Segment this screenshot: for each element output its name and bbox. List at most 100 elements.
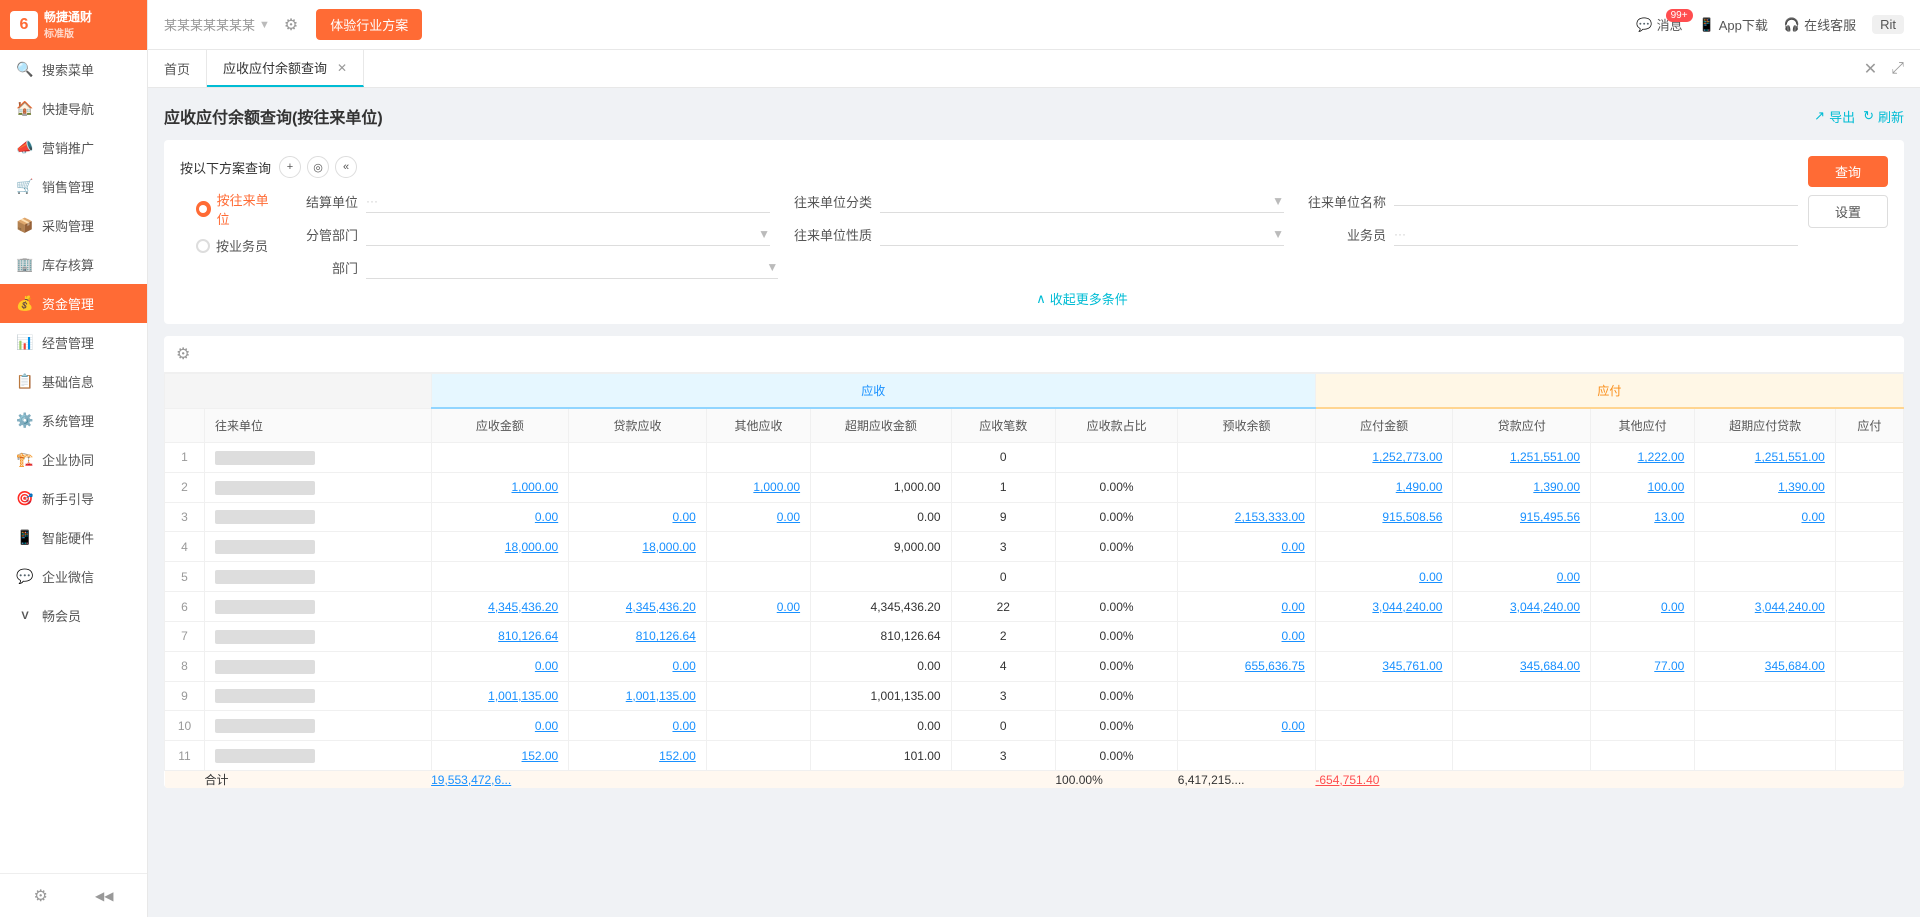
sidebar-item-quicknav[interactable]: 🏠 快捷导航 (0, 89, 147, 128)
cell-link-value[interactable]: 1,000.00 (753, 480, 800, 494)
table-cell[interactable]: 1,001,135.00 (569, 681, 707, 711)
collapse-button[interactable]: ∧ 收起更多条件 (366, 289, 1798, 308)
cell-link-value[interactable]: 1,390.00 (1778, 480, 1825, 494)
cell-link-value[interactable]: 345,684.00 (1520, 659, 1580, 673)
sidebar-item-search[interactable]: 🔍 搜索菜单 (0, 50, 147, 89)
sidebar-item-marketing[interactable]: 📣 营销推广 (0, 128, 147, 167)
tab-close-window-icon[interactable]: ✕ (1860, 59, 1881, 79)
table-cell[interactable]: 13.00 (1591, 502, 1695, 532)
partner-nature-input[interactable]: ▼ (880, 223, 1284, 246)
promo-button[interactable]: 体验行业方案 (316, 9, 422, 40)
table-cell[interactable]: 1,390.00 (1453, 472, 1591, 502)
table-scroll[interactable]: 应收 应付 往来单位 应收金额 贷款应收 其他应收 超期应收金额 应收笔数 (164, 373, 1904, 788)
sidebar-item-guide[interactable]: 🎯 新手引导 (0, 479, 147, 518)
table-cell[interactable]: 3,044,240.00 (1695, 592, 1836, 622)
table-cell[interactable]: 1,251,551.00 (1695, 443, 1836, 473)
cell-link-value[interactable]: 3,044,240.00 (1510, 600, 1580, 614)
cell-link-value[interactable]: 0.00 (672, 719, 695, 733)
table-cell[interactable]: 655,636.75 (1178, 651, 1316, 681)
cell-link-value[interactable]: 18,000.00 (642, 540, 695, 554)
cell-link-value[interactable]: 0.00 (777, 510, 800, 524)
message-button[interactable]: 💬 消息 99+ (1636, 15, 1682, 34)
table-cell[interactable]: 152.00 (431, 741, 569, 771)
table-cell[interactable]: 1,222.00 (1591, 443, 1695, 473)
filter-collapse-icon[interactable]: « (335, 156, 357, 178)
export-button[interactable]: ↗ 导出 (1814, 107, 1855, 126)
cell-link-value[interactable]: 915,508.56 (1382, 510, 1442, 524)
sidebar-item-operation[interactable]: 📊 经营管理 (0, 323, 147, 362)
table-cell[interactable]: 0.00 (1315, 562, 1453, 592)
cell-link-value[interactable]: 345,761.00 (1382, 659, 1442, 673)
cell-link-value[interactable]: 152.00 (522, 749, 559, 763)
table-cell[interactable]: 0.00 (431, 651, 569, 681)
cell-link-value[interactable]: 345,684.00 (1765, 659, 1825, 673)
table-cell[interactable]: 2,153,333.00 (1178, 502, 1316, 532)
cell-link-value[interactable]: 0.00 (1282, 540, 1305, 554)
cell-link-value[interactable]: 18,000.00 (505, 540, 558, 554)
salesman-input[interactable]: ··· (1394, 223, 1798, 246)
table-cell[interactable]: 4,345,436.20 (431, 592, 569, 622)
cell-link-value[interactable]: 1,001,135.00 (488, 689, 558, 703)
cell-link-value[interactable]: 4,345,436.20 (488, 600, 558, 614)
table-cell[interactable]: 1,252,773.00 (1315, 443, 1453, 473)
cell-link-value[interactable]: 1,390.00 (1533, 480, 1580, 494)
sidebar-item-finance[interactable]: 💰 资金管理 (0, 284, 147, 323)
topbar-gear-icon[interactable]: ⚙ (284, 15, 298, 35)
table-cell[interactable]: 77.00 (1591, 651, 1695, 681)
table-cell[interactable]: 4,345,436.20 (569, 592, 707, 622)
cell-link-value[interactable]: 0.00 (535, 659, 558, 673)
dept-input[interactable]: ▼ (366, 223, 770, 246)
table-cell[interactable]: 810,126.64 (569, 621, 707, 651)
cell-link-value[interactable]: 3,044,240.00 (1372, 600, 1442, 614)
table-cell[interactable]: 3,044,240.00 (1453, 592, 1591, 622)
footer-ar-total-val[interactable]: 19,553,472,6... (431, 773, 511, 787)
cell-link-value[interactable]: 1,251,551.00 (1510, 450, 1580, 464)
cell-link-value[interactable]: 655,636.75 (1245, 659, 1305, 673)
cell-link-value[interactable]: 0.00 (535, 719, 558, 733)
cell-link-value[interactable]: 100.00 (1648, 480, 1685, 494)
cell-link-value[interactable]: 77.00 (1654, 659, 1684, 673)
sidebar-item-member[interactable]: V 畅会员 (0, 596, 147, 635)
sidebar-item-inventory[interactable]: 🏢 库存核算 (0, 245, 147, 284)
table-cell[interactable]: 0.00 (431, 502, 569, 532)
filter-target-icon[interactable]: ◎ (307, 156, 329, 178)
cell-link-value[interactable]: 1,000.00 (512, 480, 559, 494)
cell-link-value[interactable]: 0.00 (1282, 600, 1305, 614)
cell-link-value[interactable]: 0.00 (535, 510, 558, 524)
cell-link-value[interactable]: 0.00 (1661, 600, 1684, 614)
sidebar-settings-btn[interactable]: ⚙ (34, 886, 48, 906)
table-cell[interactable]: 0.00 (1178, 711, 1316, 741)
scheme-by-salesman[interactable]: 按业务员 (196, 236, 276, 255)
cell-link-value[interactable]: 13.00 (1654, 510, 1684, 524)
table-cell[interactable]: 0.00 (1695, 502, 1836, 532)
tab-close-icon[interactable]: ✕ (337, 61, 347, 75)
table-settings-icon[interactable]: ⚙ (176, 344, 190, 364)
footer-ap-total-val[interactable]: -654,751.40 (1315, 773, 1379, 787)
sidebar-item-hardware[interactable]: 📱 智能硬件 (0, 518, 147, 557)
table-cell[interactable]: 3,044,240.00 (1315, 592, 1453, 622)
cell-link-value[interactable]: 0.00 (672, 510, 695, 524)
scheme-by-partner[interactable]: 按往来单位 (196, 190, 276, 228)
table-cell[interactable]: 345,761.00 (1315, 651, 1453, 681)
table-cell[interactable]: 0.00 (706, 502, 810, 532)
table-cell[interactable]: 0.00 (1178, 592, 1316, 622)
refresh-button[interactable]: ↻ 刷新 (1863, 107, 1904, 126)
sidebar-collapse-btn[interactable]: ◀◀ (95, 889, 113, 903)
table-cell[interactable]: 1,001,135.00 (431, 681, 569, 711)
sidebar-item-purchase[interactable]: 📦 采购管理 (0, 206, 147, 245)
table-cell[interactable]: 18,000.00 (569, 532, 707, 562)
sidebar-item-baseinfo[interactable]: 📋 基础信息 (0, 362, 147, 401)
table-cell[interactable]: 0.00 (569, 711, 707, 741)
app-download-button[interactable]: 📱 App下载 (1699, 15, 1768, 34)
cell-link-value[interactable]: 152.00 (659, 749, 696, 763)
cell-link-value[interactable]: 3,044,240.00 (1755, 600, 1825, 614)
table-cell[interactable]: 1,251,551.00 (1453, 443, 1591, 473)
table-cell[interactable]: 0.00 (1178, 532, 1316, 562)
tab-home[interactable]: 首页 (148, 50, 207, 87)
table-cell[interactable]: 100.00 (1591, 472, 1695, 502)
settlement-input[interactable]: ··· (366, 190, 770, 213)
sidebar-item-wechat[interactable]: 💬 企业微信 (0, 557, 147, 596)
query-button[interactable]: 查询 (1808, 156, 1888, 187)
table-cell[interactable]: 915,508.56 (1315, 502, 1453, 532)
partner-name-input[interactable] (1394, 197, 1798, 206)
